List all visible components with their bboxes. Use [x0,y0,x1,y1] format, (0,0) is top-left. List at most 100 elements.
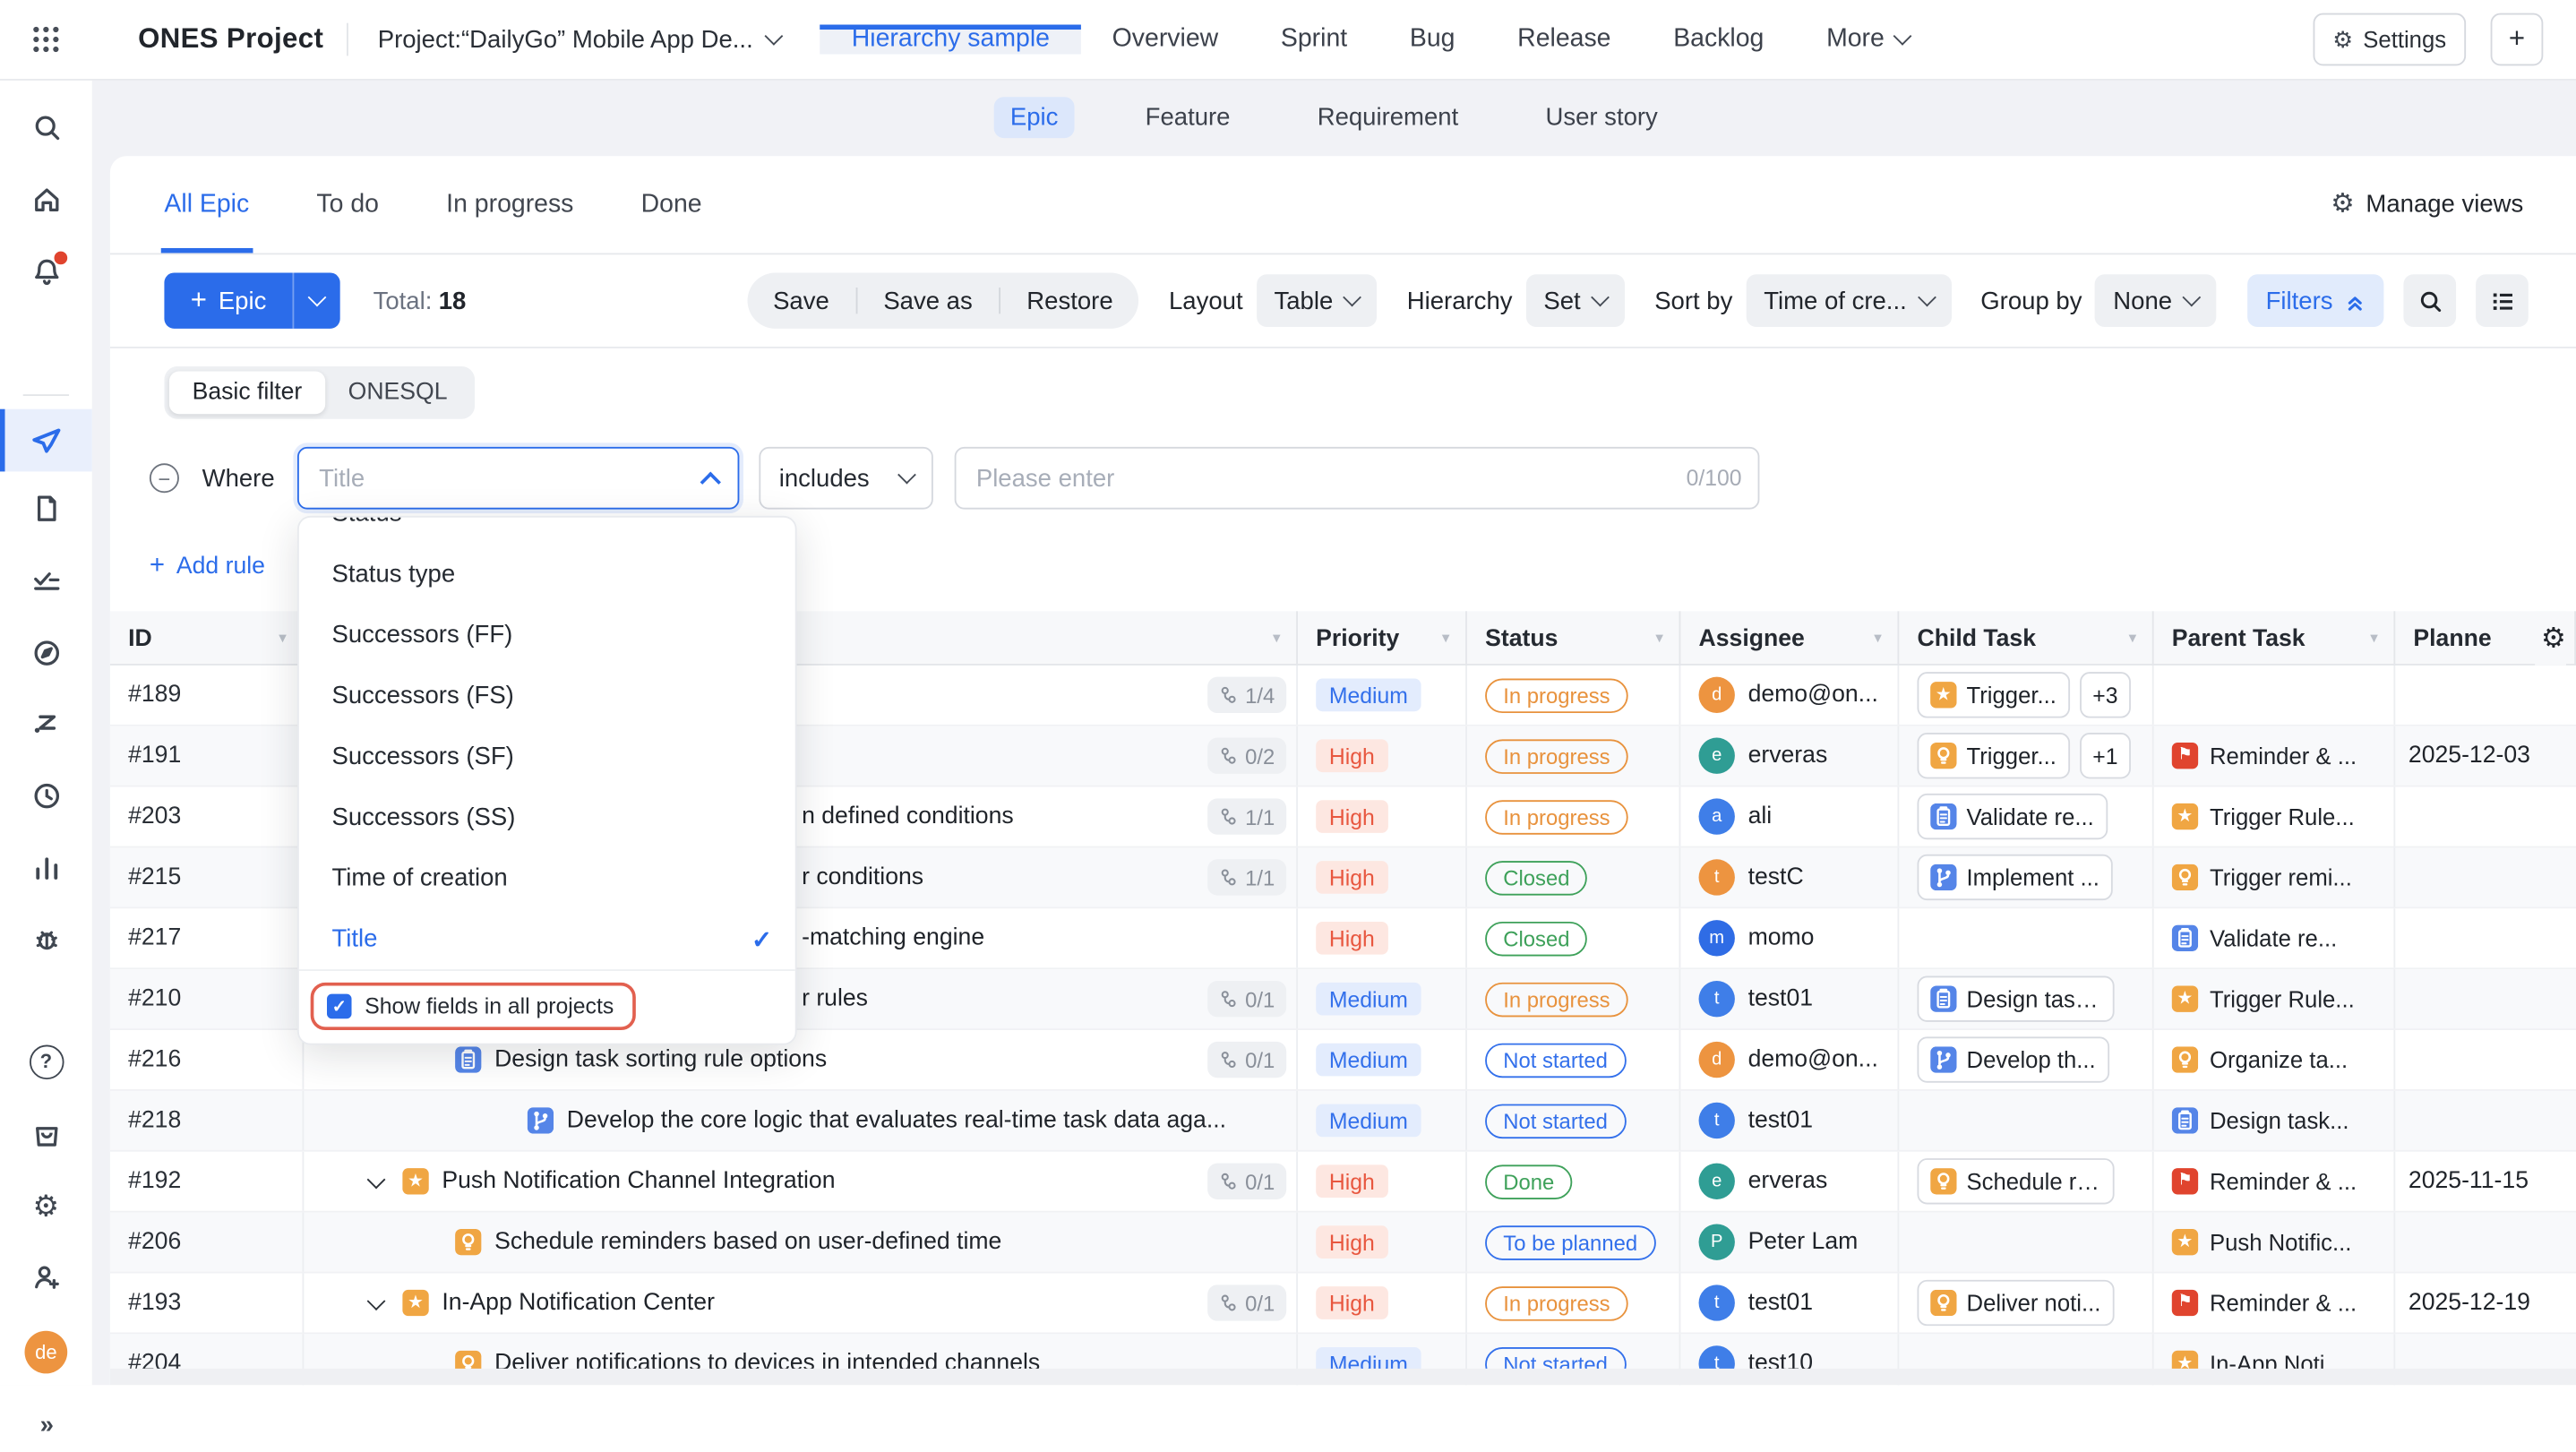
link-count-badge[interactable]: 0/1 [1206,981,1287,1018]
child-task-chip[interactable]: Validate re... [1917,793,2108,840]
link-count-badge[interactable]: 1/4 [1206,676,1287,714]
dropdown-option[interactable]: Successors (SS) [299,787,795,848]
link-count-badge[interactable]: 1/1 [1206,859,1287,896]
column-header-id[interactable]: ID ▼ [110,611,305,666]
filter-triangle-icon[interactable]: ▼ [1439,631,1453,646]
sidebar-settings[interactable]: ⚙ [0,1178,92,1233]
sidebar-pages[interactable] [0,480,92,536]
sidebar-search[interactable] [0,99,92,154]
nav-sprint[interactable]: Sprint [1249,25,1378,55]
status-badge[interactable]: Done [1485,1164,1573,1199]
column-header-assignee[interactable]: Assignee ▼ [1680,611,1900,666]
filter-triangle-icon[interactable]: ▼ [2126,631,2140,646]
child-task-chip[interactable]: Implement ... [1917,854,2113,901]
child-task-chip[interactable]: ★ Trigger... [1917,672,2070,718]
tab-in-progress[interactable]: In progress [446,156,573,253]
issue-title[interactable]: Design task sorting rule options [494,1046,827,1072]
table-row[interactable]: #192 ★ Push Notification Channel Integrati… [109,1151,2576,1213]
nav-release[interactable]: Release [1486,25,1642,55]
epic-button-dropdown[interactable] [292,272,340,329]
parent-task-link[interactable]: Push Notific... [2210,1229,2351,1255]
issue-title[interactable]: -matching engine [802,925,984,951]
tab-to-do[interactable]: To do [316,156,379,253]
new-epic-button[interactable]: + Epic [164,272,340,329]
child-task-chip[interactable]: Deliver noti... [1917,1279,2115,1327]
tab-done[interactable]: Done [641,156,702,253]
filter-triangle-icon[interactable]: ▼ [1871,631,1885,646]
filter-triangle-icon[interactable]: ▼ [2367,631,2381,646]
sidebar-workflow[interactable] [0,695,92,751]
table-row[interactable]: #206 Schedule reminders based on user-def… [109,1212,2576,1274]
child-task-chip[interactable]: Schedule re... [1917,1158,2115,1205]
column-header-status[interactable]: Status ▼ [1467,611,1681,666]
issue-title[interactable]: n defined conditions [802,803,1014,829]
project-selector[interactable]: Project:“DailyGo” Mobile App De... [368,25,791,54]
save-button[interactable]: Save [747,272,855,328]
nav-bug[interactable]: Bug [1378,25,1486,55]
view-list-button[interactable] [2476,274,2529,328]
status-badge[interactable]: In progress [1485,1285,1628,1320]
parent-task-link[interactable]: Reminder & ... [2210,1168,2357,1194]
status-badge[interactable]: In progress [1485,981,1628,1017]
dropdown-option[interactable]: Time of creation [299,847,795,908]
sidebar-notifications[interactable] [0,243,92,298]
sidebar-time[interactable] [0,768,92,823]
issue-title[interactable]: In-App Notification Center [442,1290,715,1316]
filters-toggle[interactable]: Filters [2247,274,2384,328]
subnav-user-story[interactable]: User story [1529,97,1674,138]
more-child-tasks-chip[interactable]: +3 [2079,672,2132,718]
nav-backlog[interactable]: Backlog [1642,25,1795,55]
parent-task-link[interactable]: Trigger Rule... [2210,803,2355,829]
parent-task-link[interactable]: Design task... [2210,1107,2349,1133]
filter-value-input[interactable] [955,446,1760,510]
parent-task-link[interactable]: Reminder & ... [2210,1290,2357,1316]
status-badge[interactable]: In progress [1485,799,1628,834]
subnav-feature[interactable]: Feature [1129,97,1247,138]
dropdown-option[interactable]: Successors (FF) [299,605,795,666]
onesql-tab[interactable]: ONESQL [325,372,470,415]
settings-button[interactable]: ⚙ Settings [2313,13,2467,66]
link-count-badge[interactable]: 1/1 [1206,798,1287,835]
sidebar-home[interactable] [0,171,92,227]
filter-triangle-icon[interactable]: ▼ [1270,631,1284,646]
parent-task-link[interactable]: Trigger remi... [2210,864,2352,890]
sidebar-user-avatar[interactable]: de [0,1324,92,1379]
add-button[interactable]: + [2490,13,2544,66]
sort-by-select[interactable]: Time of cre... [1746,274,1952,328]
link-count-badge[interactable]: 0/1 [1206,1284,1287,1321]
dropdown-option[interactable]: Status type [299,544,795,605]
expand-chevron-icon[interactable] [366,1291,386,1310]
remove-rule-button[interactable]: − [149,463,179,494]
issue-title[interactable]: Schedule reminders based on user-defined… [494,1229,1001,1255]
horizontal-scrollbar-track[interactable] [109,1368,2576,1386]
child-task-chip[interactable]: Design task... [1917,975,2115,1022]
search-button[interactable] [2403,274,2457,328]
parent-task-link[interactable]: Organize ta... [2210,1046,2348,1072]
manage-views-button[interactable]: ⚙ Manage views [2331,191,2523,219]
issue-title[interactable]: Develop the core logic that evaluates re… [567,1107,1226,1133]
sidebar-bugs[interactable] [0,910,92,966]
subnav-epic[interactable]: Epic [993,97,1075,139]
sidebar-tasks[interactable] [0,552,92,607]
status-badge[interactable]: Closed [1485,921,1588,956]
sidebar-invite[interactable] [0,1249,92,1304]
sidebar-reports[interactable] [0,839,92,895]
column-header-child-task[interactable]: Child Task ▼ [1899,611,2154,666]
sidebar-collapse[interactable]: » [0,1396,92,1452]
sidebar-help[interactable]: ? [0,1034,92,1089]
link-count-badge[interactable]: 0/2 [1206,737,1287,774]
dropdown-option[interactable]: Successors (FS) [299,666,795,726]
status-badge[interactable]: Closed [1485,860,1588,895]
nav-overview[interactable]: Overview [1081,25,1249,55]
add-rule-button[interactable]: + Add rule [150,552,265,581]
nav-more[interactable]: More [1795,25,1940,55]
table-row[interactable]: #218 Develop the core logic that evaluate… [109,1090,2576,1152]
child-task-chip[interactable]: Trigger... [1917,733,2070,779]
parent-task-link[interactable]: Trigger Rule... [2210,986,2355,1012]
more-child-tasks-chip[interactable]: +1 [2079,733,2132,779]
hierarchy-select[interactable]: Set [1525,274,1626,328]
child-task-chip[interactable]: Develop th... [1917,1036,2109,1083]
status-badge[interactable]: Not started [1485,1042,1627,1078]
basic-filter-tab[interactable]: Basic filter [168,371,325,415]
link-count-badge[interactable]: 0/1 [1206,1041,1287,1078]
